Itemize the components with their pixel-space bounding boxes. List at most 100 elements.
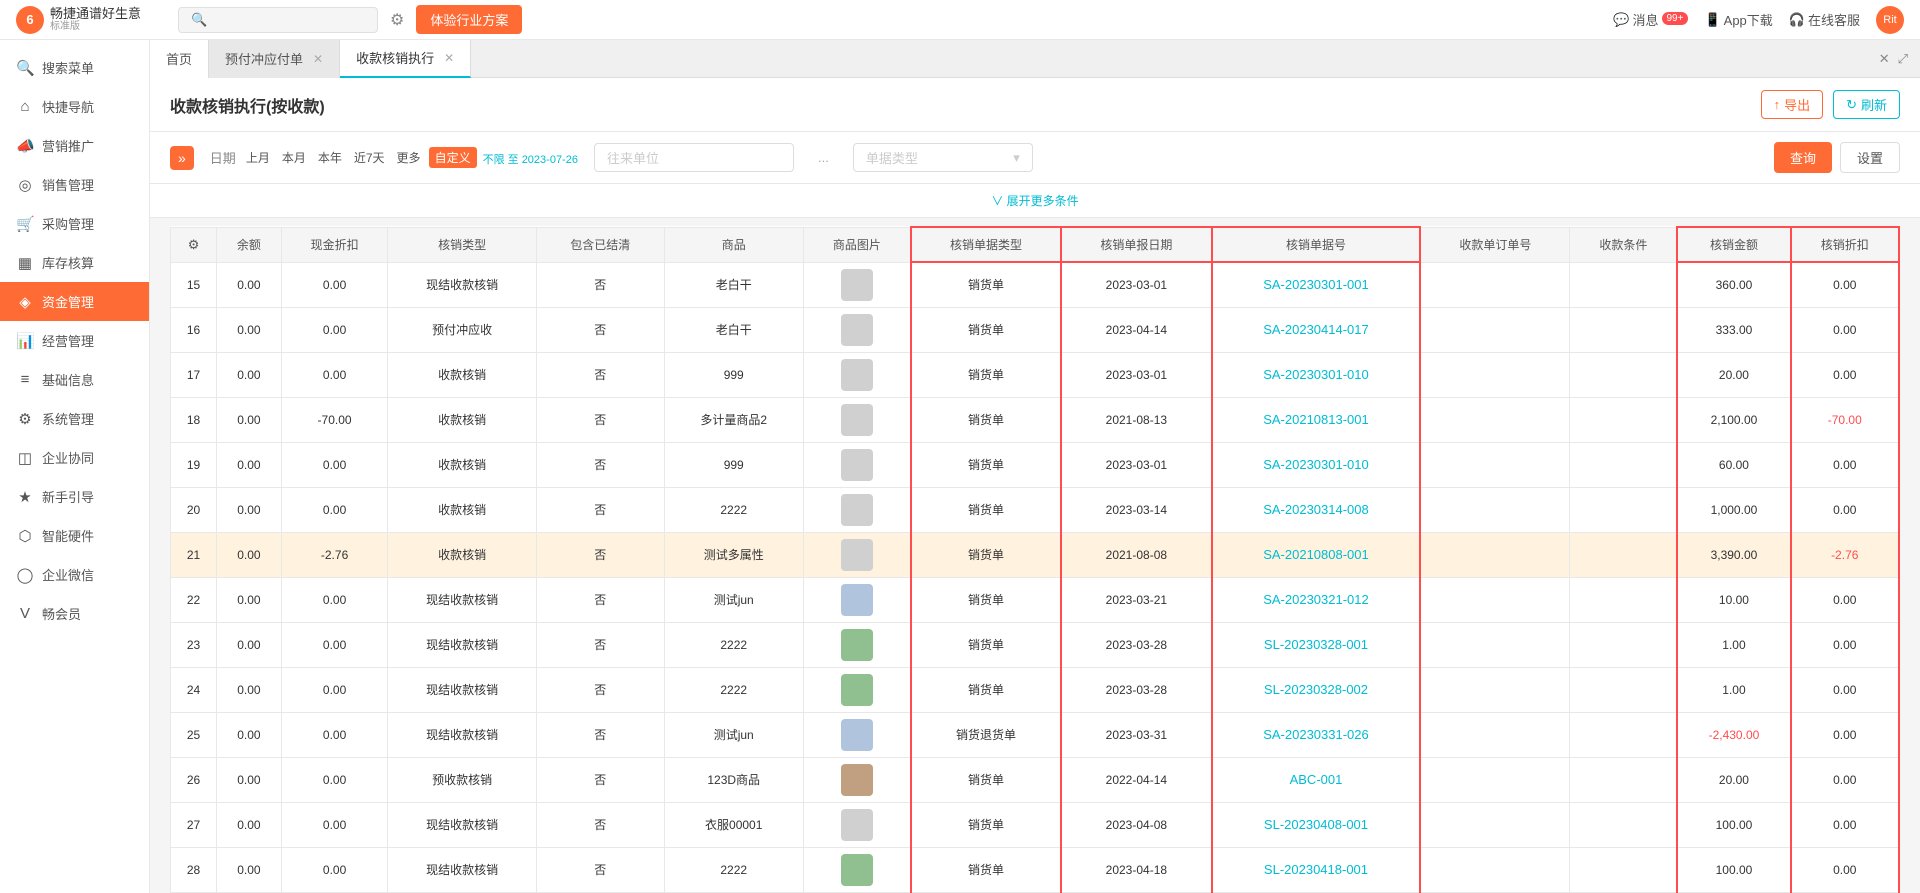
close-verify-tab[interactable]: ✕ bbox=[444, 51, 454, 65]
doc-no-link[interactable]: SA-20210808-001 bbox=[1263, 547, 1369, 562]
cell-doc-type: 销货单 bbox=[911, 532, 1061, 577]
sidebar-item-basic[interactable]: ≡ 基础信息 bbox=[0, 360, 149, 399]
cell-doc-no[interactable]: SA-20230331-026 bbox=[1212, 712, 1421, 757]
date-more[interactable]: 更多 bbox=[393, 147, 425, 168]
cell-doc-type: 销货单 bbox=[911, 307, 1061, 352]
doc-no-link[interactable]: SA-20210813-001 bbox=[1263, 412, 1369, 427]
doc-type-select[interactable]: 单据类型 ▾ bbox=[853, 143, 1033, 172]
message-badge: 99+ bbox=[1662, 12, 1689, 25]
sidebar-item-vip[interactable]: V 畅会员 bbox=[0, 594, 149, 633]
sidebar-item-operation[interactable]: 📊 经营管理 bbox=[0, 321, 149, 360]
expand-more-button[interactable]: ∨ 展开更多条件 bbox=[991, 188, 1078, 213]
settings-button[interactable]: 设置 bbox=[1840, 142, 1900, 173]
tab-prepay[interactable]: 预付冲应付单 ✕ bbox=[209, 40, 340, 78]
sidebar-item-search[interactable]: 🔍 搜索菜单 bbox=[0, 48, 149, 87]
date-this-year[interactable]: 本年 bbox=[314, 147, 346, 168]
avatar[interactable]: Rit bbox=[1876, 6, 1904, 34]
cell-doc-no[interactable]: SA-20210813-001 bbox=[1212, 397, 1421, 442]
export-button[interactable]: ↑ 导出 bbox=[1761, 90, 1824, 119]
sidebar-item-sales[interactable]: ◎ 销售管理 bbox=[0, 165, 149, 204]
product-img-thumb bbox=[841, 584, 873, 616]
doc-no-link[interactable]: SA-20230331-026 bbox=[1263, 727, 1369, 742]
doc-no-link[interactable]: SA-20230414-017 bbox=[1263, 322, 1369, 337]
tab-verify[interactable]: 收款核销执行 ✕ bbox=[340, 40, 471, 78]
cell-doc-type: 销货单 bbox=[911, 487, 1061, 532]
table-body: 15 0.00 0.00 现结收款核销 否 老白干 销货单 2023-03-01… bbox=[171, 262, 1900, 892]
col-header-balance: 余额 bbox=[217, 227, 282, 262]
sidebar-item-enterprise[interactable]: ◫ 企业协同 bbox=[0, 438, 149, 477]
col-header-doc-type: 核销单据类型 bbox=[911, 227, 1061, 262]
cell-doc-no[interactable]: SA-20230301-001 bbox=[1212, 262, 1421, 307]
cell-receipt-order bbox=[1420, 262, 1569, 307]
cell-doc-no[interactable]: SA-20230321-012 bbox=[1212, 577, 1421, 622]
refresh-button[interactable]: ↻ 刷新 bbox=[1833, 90, 1900, 119]
message-area[interactable]: 💬 消息 99+ bbox=[1613, 10, 1688, 29]
sidebar-item-wechat[interactable]: ◯ 企业微信 bbox=[0, 555, 149, 594]
cell-verify-discount: 0.00 bbox=[1791, 847, 1900, 892]
search-box[interactable]: 🔍 bbox=[178, 7, 378, 33]
sidebar-item-quick-nav[interactable]: ⌂ 快捷导航 bbox=[0, 87, 149, 126]
sidebar-item-marketing[interactable]: 📣 营销推广 bbox=[0, 126, 149, 165]
cell-doc-no[interactable]: SA-20230301-010 bbox=[1212, 352, 1421, 397]
cell-doc-type: 销货退货单 bbox=[911, 712, 1061, 757]
doc-no-link[interactable]: SL-20230418-001 bbox=[1264, 862, 1368, 877]
sidebar-item-newbie[interactable]: ★ 新手引导 bbox=[0, 477, 149, 516]
cell-doc-no[interactable]: SL-20230418-001 bbox=[1212, 847, 1421, 892]
gear-icon[interactable]: ⚙ bbox=[390, 10, 404, 30]
table-row: 19 0.00 0.00 收款核销 否 999 销货单 2023-03-01 S… bbox=[171, 442, 1900, 487]
table-row: 17 0.00 0.00 收款核销 否 999 销货单 2023-03-01 S… bbox=[171, 352, 1900, 397]
doc-no-link[interactable]: SL-20230328-001 bbox=[1264, 637, 1368, 652]
basic-icon: ≡ bbox=[16, 371, 34, 388]
doc-no-link[interactable]: SA-20230314-008 bbox=[1263, 502, 1369, 517]
date-custom[interactable]: 自定义 bbox=[429, 147, 477, 168]
ellipsis-button[interactable]: ... bbox=[810, 150, 837, 165]
maximize-icon[interactable]: ⤢ bbox=[1898, 51, 1908, 67]
industry-btn[interactable]: 体验行业方案 bbox=[416, 5, 522, 34]
online-service-btn[interactable]: 🎧 在线客服 bbox=[1789, 10, 1860, 29]
sidebar-item-inventory[interactable]: ▦ 库存核算 bbox=[0, 243, 149, 282]
close-prepay-tab[interactable]: ✕ bbox=[313, 52, 323, 66]
cell-doc-no[interactable]: ABC-001 bbox=[1212, 757, 1421, 802]
filter-expand-button[interactable]: » bbox=[170, 146, 194, 170]
search-input[interactable] bbox=[215, 13, 355, 27]
sidebar-item-hardware[interactable]: ⬡ 智能硬件 bbox=[0, 516, 149, 555]
cell-doc-no[interactable]: SL-20230408-001 bbox=[1212, 802, 1421, 847]
cell-doc-no[interactable]: SL-20230328-002 bbox=[1212, 667, 1421, 712]
table-wrapper[interactable]: ⚙ 余额 现金折扣 核销类型 包含已结清 商品 商品图片 核销单据类型 核销单报… bbox=[150, 218, 1920, 893]
doc-no-link[interactable]: ABC-001 bbox=[1290, 772, 1343, 787]
cell-no: 17 bbox=[171, 352, 217, 397]
cell-doc-no[interactable]: SA-20210808-001 bbox=[1212, 532, 1421, 577]
sidebar-item-finance[interactable]: ◈ 资金管理 bbox=[0, 282, 149, 321]
coming-unit-input[interactable]: 往来单位 bbox=[594, 143, 794, 172]
cell-doc-no[interactable]: SA-20230414-017 bbox=[1212, 307, 1421, 352]
cell-receipt-terms bbox=[1570, 667, 1678, 712]
date-last-month[interactable]: 上月 bbox=[242, 147, 274, 168]
tab-home[interactable]: 首页 bbox=[150, 40, 209, 78]
date-this-month[interactable]: 本月 bbox=[278, 147, 310, 168]
date-7days[interactable]: 近7天 bbox=[350, 147, 389, 168]
cell-receipt-terms bbox=[1570, 262, 1678, 307]
cell-no: 20 bbox=[171, 487, 217, 532]
doc-no-link[interactable]: SL-20230408-001 bbox=[1264, 817, 1368, 832]
col-header-settings[interactable]: ⚙ bbox=[171, 227, 217, 262]
doc-no-link[interactable]: SA-20230301-001 bbox=[1263, 277, 1369, 292]
cell-include-settled: 否 bbox=[536, 352, 664, 397]
page-title: 收款核销执行(按收款) bbox=[170, 93, 325, 117]
cell-receipt-terms bbox=[1570, 712, 1678, 757]
doc-no-link[interactable]: SA-20230301-010 bbox=[1263, 367, 1369, 382]
doc-no-link[interactable]: SA-20230321-012 bbox=[1263, 592, 1369, 607]
sidebar-item-system[interactable]: ⚙ 系统管理 bbox=[0, 399, 149, 438]
col-header-doc-no: 核销单据号 bbox=[1212, 227, 1421, 262]
wechat-icon: ◯ bbox=[16, 566, 34, 584]
app-download-btn[interactable]: 📱 App下载 bbox=[1704, 10, 1772, 29]
doc-no-link[interactable]: SL-20230328-002 bbox=[1264, 682, 1368, 697]
search-menu-icon: 🔍 bbox=[16, 59, 34, 77]
doc-no-link[interactable]: SA-20230301-010 bbox=[1263, 457, 1369, 472]
cell-cash-discount: 0.00 bbox=[281, 757, 388, 802]
cell-doc-no[interactable]: SA-20230314-008 bbox=[1212, 487, 1421, 532]
cell-doc-no[interactable]: SA-20230301-010 bbox=[1212, 442, 1421, 487]
sidebar-item-purchase[interactable]: 🛒 采购管理 bbox=[0, 204, 149, 243]
query-button[interactable]: 查询 bbox=[1774, 142, 1832, 173]
close-window-icon[interactable]: ✕ bbox=[1879, 51, 1890, 67]
cell-doc-no[interactable]: SL-20230328-001 bbox=[1212, 622, 1421, 667]
